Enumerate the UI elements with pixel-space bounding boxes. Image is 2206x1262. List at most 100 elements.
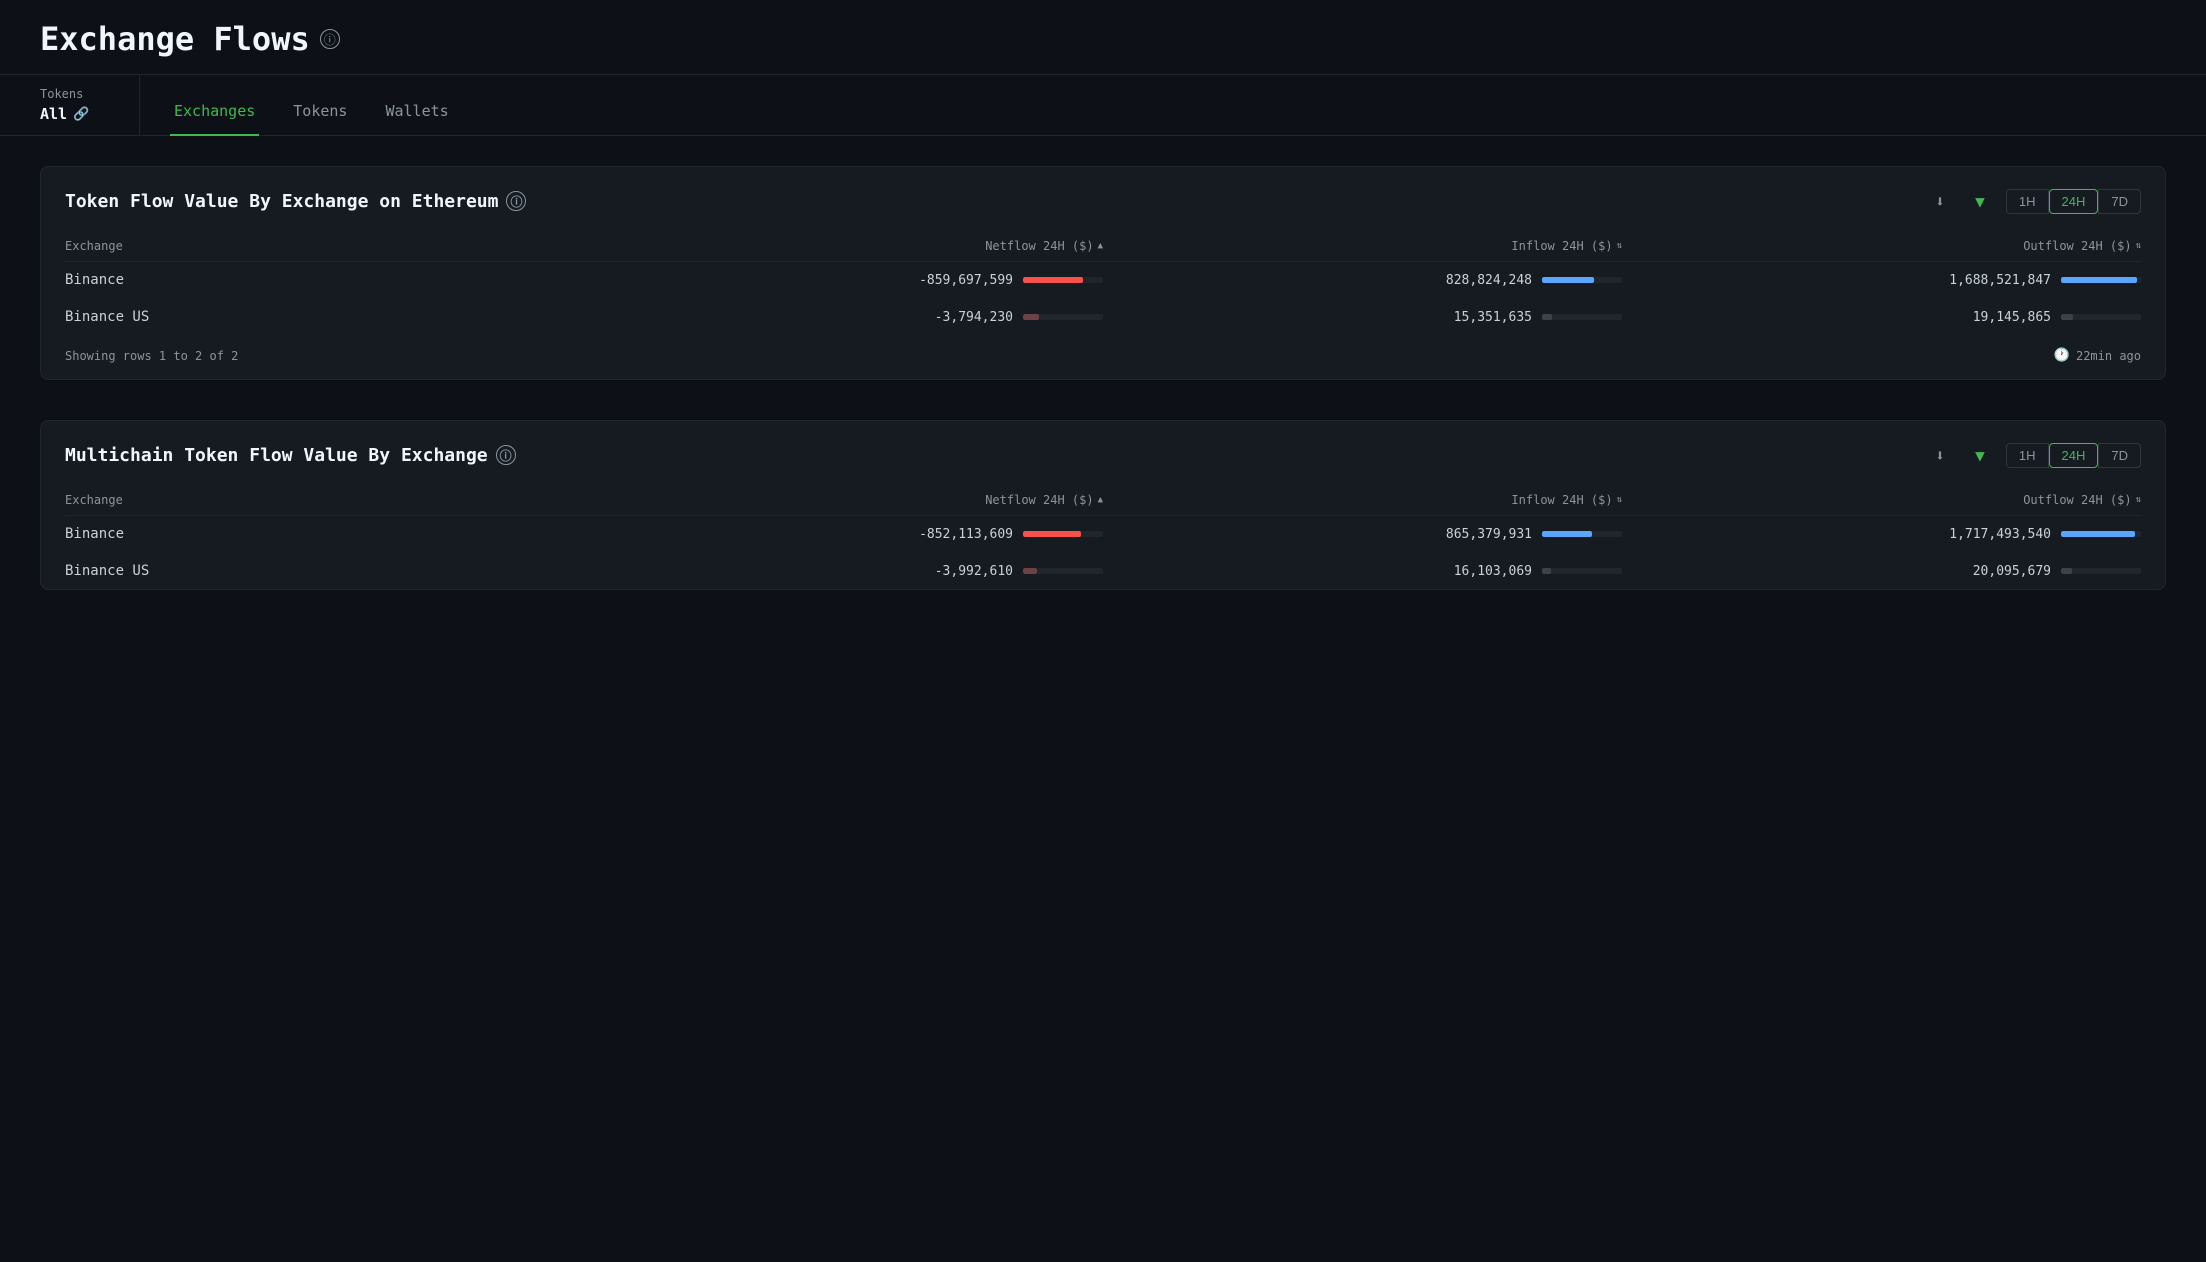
inflow-cell: 828,824,248 [1103,273,1622,288]
inflow-bar-container [1542,531,1622,537]
exchange-name: Binance [65,272,584,288]
outflow-bar [2061,277,2137,283]
ethereum-download-button[interactable]: ⬇ [1926,187,1954,215]
netflow-bar [1023,314,1039,320]
ethereum-section: Token Flow Value By Exchange on Ethereum… [40,166,2166,380]
clock-icon: 🕐 [2054,348,2070,363]
outflow-cell: 20,095,679 [1622,564,2141,579]
multichain-section-header: Multichain Token Flow Value By Exchange … [41,421,2165,485]
outflow-bar [2061,568,2072,574]
multichain-time-7d[interactable]: 7D [2098,443,2141,468]
timestamp: 🕐 22min ago [2054,348,2141,363]
page-info-icon[interactable]: ⓘ [320,29,340,49]
multichain-time-24h[interactable]: 24H [2049,443,2099,468]
inflow-cell: 865,379,931 [1103,527,1622,542]
page-title: Exchange Flows [40,20,310,58]
outflow-value: 1,717,493,540 [1941,527,2051,542]
tab-exchanges[interactable]: Exchanges [170,88,259,136]
table-row: Binance US -3,992,610 16,103,069 20,095,… [65,553,2141,589]
outflow-value: 1,688,521,847 [1941,273,2051,288]
inflow-value: 865,379,931 [1422,527,1532,542]
netflow-cell: -859,697,599 [584,273,1103,288]
inflow-value: 16,103,069 [1422,564,1532,579]
ethereum-table-header: Exchange Netflow 24H ($) ▲ Inflow 24H ($… [65,231,2141,262]
outflow-bar-container [2061,568,2141,574]
outflow-value: 20,095,679 [1941,564,2051,579]
netflow-value: -852,113,609 [903,527,1013,542]
tokens-value: All [40,105,67,123]
tab-tokens[interactable]: Tokens [289,88,351,136]
netflow-cell: -3,992,610 [584,564,1103,579]
outflow-sort-icon: ⇅ [2136,495,2141,505]
outflow-bar-container [2061,277,2141,283]
multichain-filter-button[interactable]: ▼ [1966,441,1994,469]
timestamp-value: 22min ago [2076,349,2141,363]
tokens-label: Tokens [40,87,119,101]
inflow-bar [1542,531,1592,537]
multichain-table-header: Exchange Netflow 24H ($) ▲ Inflow 24H ($… [65,485,2141,516]
multichain-download-button[interactable]: ⬇ [1926,441,1954,469]
netflow-bar-container [1023,277,1103,283]
inflow-cell: 16,103,069 [1103,564,1622,579]
ethereum-time-buttons: 1H 24H 7D [2006,189,2141,214]
ethereum-time-7d[interactable]: 7D [2098,189,2141,214]
table-row: Binance US -3,794,230 15,351,635 19,145,… [65,299,2141,336]
col-outflow-header[interactable]: Outflow 24H ($) ⇅ [1622,493,2141,507]
tab-wallets[interactable]: Wallets [381,88,452,136]
col-exchange-header: Exchange [65,493,584,507]
ethereum-table: Exchange Netflow 24H ($) ▲ Inflow 24H ($… [41,231,2165,375]
ethereum-time-1h[interactable]: 1H [2006,189,2049,214]
table-row: Binance -852,113,609 865,379,931 1,717,4… [65,516,2141,553]
col-inflow-header[interactable]: Inflow 24H ($) ⇅ [1103,239,1622,253]
inflow-cell: 15,351,635 [1103,310,1622,325]
outflow-cell: 1,688,521,847 [1622,273,2141,288]
exchange-name: Binance US [65,563,584,579]
table-row: Binance -859,697,599 828,824,248 1,688,5… [65,262,2141,299]
tab-navigation: Exchanges Tokens Wallets [140,75,483,135]
outflow-value: 19,145,865 [1941,310,2051,325]
netflow-cell: -852,113,609 [584,527,1103,542]
multichain-table: Exchange Netflow 24H ($) ▲ Inflow 24H ($… [41,485,2165,589]
page-header: Exchange Flows ⓘ [0,0,2206,75]
rows-label: Showing rows 1 to 2 of 2 [65,349,238,363]
exchange-name: Binance [65,526,584,542]
multichain-time-buttons: 1H 24H 7D [2006,443,2141,468]
outflow-sort-icon: ⇅ [2136,241,2141,251]
inflow-bar-container [1542,568,1622,574]
inflow-value: 15,351,635 [1422,310,1532,325]
tokens-sidebar: Tokens All 🔗 [0,75,140,135]
inflow-bar [1542,277,1594,283]
ethereum-time-24h[interactable]: 24H [2049,189,2099,214]
netflow-value: -3,794,230 [903,310,1013,325]
netflow-bar-container [1023,531,1103,537]
exchange-name: Binance US [65,309,584,325]
col-exchange-header: Exchange [65,239,584,253]
outflow-cell: 19,145,865 [1622,310,2141,325]
tokens-value-container: All 🔗 [40,105,119,123]
inflow-bar-container [1542,314,1622,320]
multichain-section-title: Multichain Token Flow Value By Exchange … [65,445,516,466]
col-outflow-header[interactable]: Outflow 24H ($) ⇅ [1622,239,2141,253]
multichain-info-icon[interactable]: ⓘ [496,445,516,465]
multichain-time-1h[interactable]: 1H [2006,443,2049,468]
main-content: Token Flow Value By Exchange on Ethereum… [0,136,2206,620]
col-netflow-header[interactable]: Netflow 24H ($) ▲ [584,493,1103,507]
inflow-bar-container [1542,277,1622,283]
ethereum-info-icon[interactable]: ⓘ [506,191,526,211]
inflow-bar [1542,314,1552,320]
netflow-bar-container [1023,568,1103,574]
col-inflow-header[interactable]: Inflow 24H ($) ⇅ [1103,493,1622,507]
netflow-bar-container [1023,314,1103,320]
ethereum-section-header: Token Flow Value By Exchange on Ethereum… [41,167,2165,231]
netflow-bar [1023,568,1037,574]
netflow-bar [1023,531,1081,537]
ethereum-section-title: Token Flow Value By Exchange on Ethereum… [65,191,526,212]
tokens-link-icon[interactable]: 🔗 [73,107,89,122]
outflow-cell: 1,717,493,540 [1622,527,2141,542]
col-netflow-header[interactable]: Netflow 24H ($) ▲ [584,239,1103,253]
ethereum-filter-button[interactable]: ▼ [1966,187,1994,215]
outflow-bar-container [2061,314,2141,320]
multichain-section: Multichain Token Flow Value By Exchange … [40,420,2166,590]
netflow-value: -859,697,599 [903,273,1013,288]
ethereum-table-footer: Showing rows 1 to 2 of 2 🕐 22min ago [65,336,2141,375]
